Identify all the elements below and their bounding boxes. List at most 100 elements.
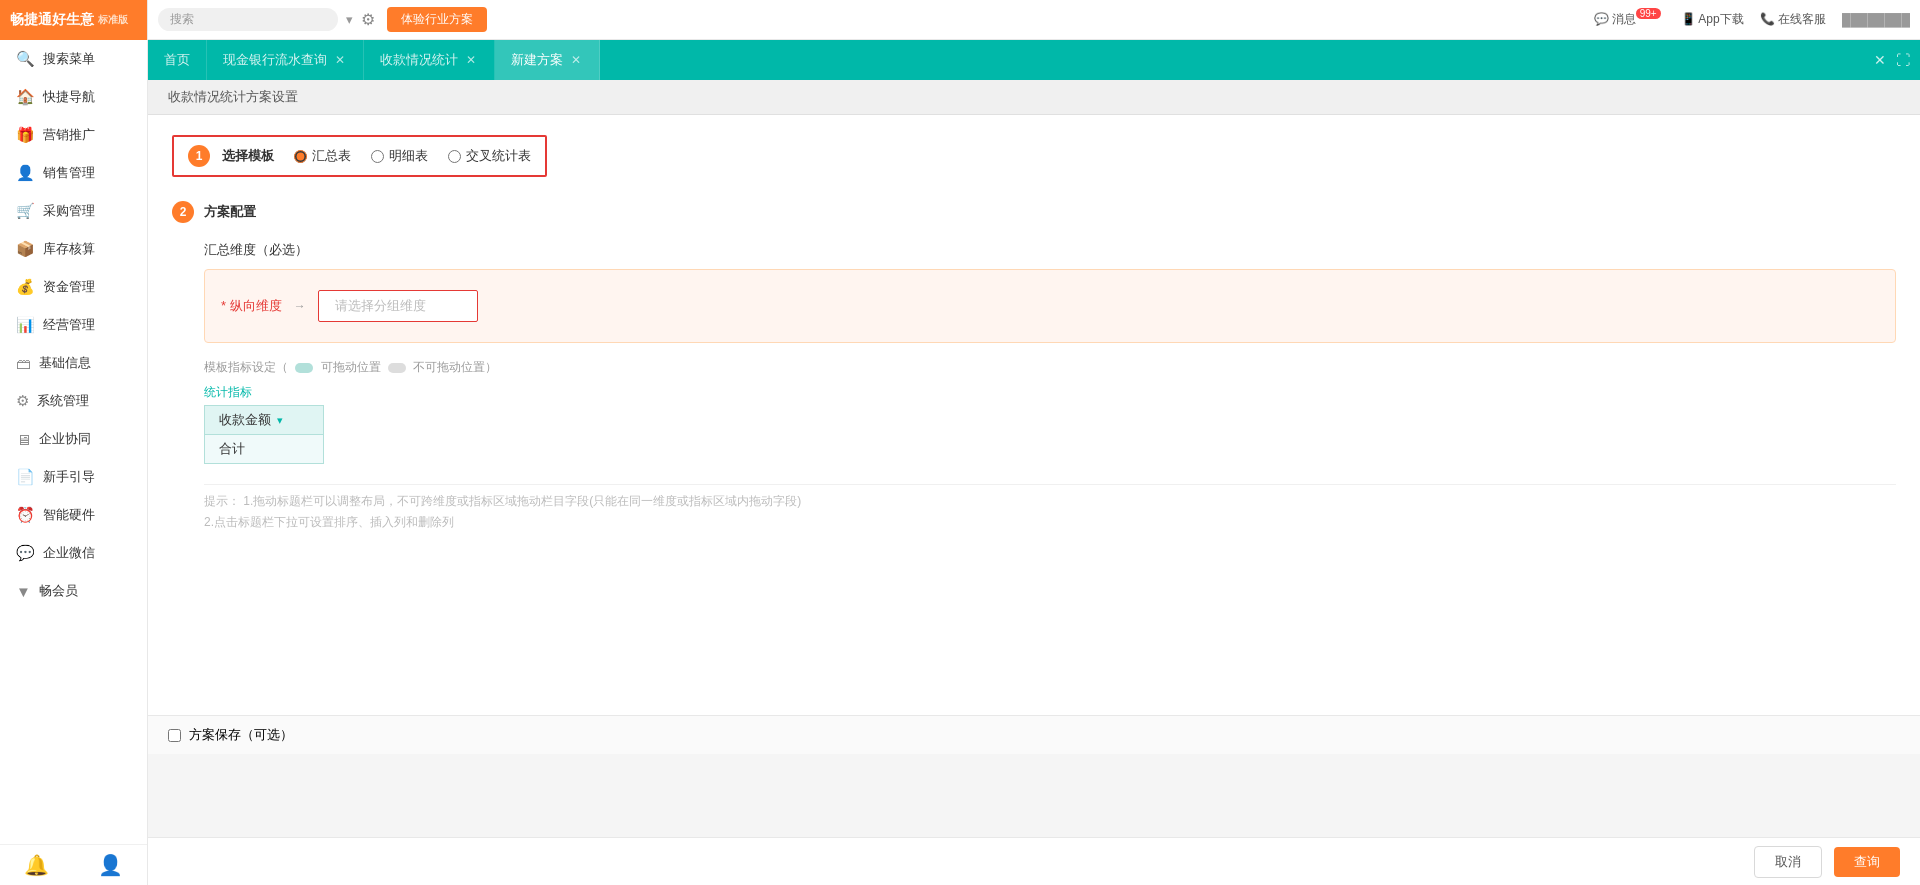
sidebar-item-purchase[interactable]: 🛒 采购管理: [0, 192, 147, 230]
logo-text: 畅捷通好生意: [10, 11, 94, 29]
sidebar-label-system: 系统管理: [37, 392, 89, 410]
guide-icon: 📄: [16, 468, 35, 486]
sidebar-logo: 畅捷通好生意 标准版: [0, 0, 147, 40]
step2-badge: 2: [172, 201, 194, 223]
topbar-right: 💬 消息 99+ 📱 App下载 📞 在线客服 ████████: [1594, 11, 1910, 28]
cancel-button[interactable]: 取消: [1754, 846, 1822, 878]
sidebar-item-corp[interactable]: 🖥 企业协同: [0, 420, 147, 458]
sidebar-item-wechat[interactable]: 💬 企业微信: [0, 534, 147, 572]
logo-sub: 标准版: [98, 13, 128, 27]
sidebar-item-operation[interactable]: 📊 经营管理: [0, 306, 147, 344]
sidebar-bottom: 🔔 👤: [0, 844, 147, 885]
tab-new-plan[interactable]: 新建方案 ✕: [495, 40, 600, 80]
tab-home-label: 首页: [164, 51, 190, 69]
radio-detail-input[interactable]: [371, 150, 384, 163]
sidebar-item-system[interactable]: ⚙ 系统管理: [0, 382, 147, 420]
topbar: 搜索 ▾ ⚙ 体验行业方案 💬 消息 99+ 📱 App下载 📞 在线客服 ██…: [148, 0, 1920, 40]
tip-line2: 2.点击标题栏下拉可设置排序、插入列和删除列: [204, 514, 1896, 531]
chat-icon: 💬: [16, 544, 35, 562]
form-section: 1 选择模板 汇总表 明细表 交叉统计表: [148, 115, 1920, 715]
money-icon: 💰: [16, 278, 35, 296]
sidebar-item-basic[interactable]: 🗃 基础信息: [0, 344, 147, 382]
dimension-section-title: 汇总维度（必选）: [204, 241, 1896, 259]
tabbar: 首页 现金银行流水查询 ✕ 收款情况统计 ✕ 新建方案 ✕ ✕ ⛶: [148, 40, 1920, 80]
sidebar-item-search[interactable]: 🔍 搜索菜单: [0, 40, 147, 78]
service-area[interactable]: 📞 在线客服: [1760, 11, 1826, 28]
sidebar-label-quick-nav: 快捷导航: [43, 88, 95, 106]
chart-icon: 📊: [16, 316, 35, 334]
sidebar-label-purchase: 采购管理: [43, 202, 95, 220]
sidebar-item-member[interactable]: ▼ 畅会员: [0, 572, 147, 610]
metrics-tag-payment[interactable]: 收款金额 ▾: [204, 405, 324, 435]
notification-label: 消息: [1612, 12, 1636, 26]
dimension-row: * 纵向维度 → 请选择分组维度: [221, 290, 1879, 322]
sidebar-label-member: 畅会员: [39, 582, 78, 600]
metrics-category-label: 统计指标: [204, 384, 1896, 401]
radio-detail-label: 明细表: [389, 147, 428, 165]
sidebar-item-inventory[interactable]: 📦 库存核算: [0, 230, 147, 268]
vertical-dim-label: * 纵向维度: [221, 297, 282, 315]
sidebar-label-finance: 资金管理: [43, 278, 95, 296]
metrics-subtag-total: 合计: [204, 435, 324, 464]
step1-badge: 1: [188, 145, 210, 167]
dimension-area: * 纵向维度 → 请选择分组维度: [204, 269, 1896, 343]
template-selector: 1 选择模板 汇总表 明细表 交叉统计表: [172, 135, 547, 177]
gear-icon[interactable]: ⚙: [361, 10, 375, 29]
tab-cashflow-label: 现金银行流水查询: [223, 51, 327, 69]
search-placeholder: 搜索: [170, 12, 194, 26]
radio-cross-input[interactable]: [448, 150, 461, 163]
step2-title: 方案配置: [204, 203, 256, 221]
tab-payment-close-icon[interactable]: ✕: [464, 51, 478, 69]
notification-area[interactable]: 💬 消息 99+: [1594, 11, 1665, 28]
desktop-icon: 🖥: [16, 431, 31, 448]
tab-payment[interactable]: 收款情况统计 ✕: [364, 40, 495, 80]
maximize-icon[interactable]: ⛶: [1896, 52, 1910, 68]
settings-icon: ⚙: [16, 392, 29, 410]
arrow-icon: →: [294, 299, 306, 313]
chevron-down-icon[interactable]: ▾: [277, 414, 283, 427]
sidebar-item-quick-nav[interactable]: 🏠 快捷导航: [0, 78, 147, 116]
sidebar-bottom-icon1[interactable]: 🔔: [24, 853, 49, 877]
tab-cashflow[interactable]: 现金银行流水查询 ✕: [207, 40, 364, 80]
dimension-selector[interactable]: 请选择分组维度: [318, 290, 478, 322]
sidebar-item-guide[interactable]: 📄 新手引导: [0, 458, 147, 496]
tab-new-plan-label: 新建方案: [511, 51, 563, 69]
page-header: 收款情况统计方案设置: [148, 80, 1920, 115]
sidebar-label-operation: 经营管理: [43, 316, 95, 334]
draggable-indicator: [295, 363, 313, 373]
sidebar-bottom-icon2[interactable]: 👤: [98, 853, 123, 877]
sidebar-label-guide: 新手引导: [43, 468, 95, 486]
config-section: 汇总维度（必选） * 纵向维度 → 请选择分组维度 模: [172, 241, 1896, 535]
save-checkbox[interactable]: [168, 729, 181, 742]
metrics-label: 模板指标设定（ 可拖动位置 不可拖动位置）: [204, 359, 1896, 376]
content-area: 收款情况统计方案设置 1 选择模板 汇总表 明细表: [148, 80, 1920, 837]
sidebar-item-finance[interactable]: 💰 资金管理: [0, 268, 147, 306]
tab-new-plan-close-icon[interactable]: ✕: [569, 51, 583, 69]
sidebar-item-marketing[interactable]: 🎁 营销推广: [0, 116, 147, 154]
save-row: 方案保存（可选）: [148, 715, 1920, 754]
sidebar-item-hardware[interactable]: ⏰ 智能硬件: [0, 496, 147, 534]
close-window-icon[interactable]: ✕: [1874, 52, 1886, 68]
footer-bar: 取消 查询: [148, 837, 1920, 885]
sidebar-label-wechat: 企业微信: [43, 544, 95, 562]
radio-summary[interactable]: 汇总表: [294, 147, 351, 165]
radio-cross[interactable]: 交叉统计表: [448, 147, 531, 165]
metrics-section: 模板指标设定（ 可拖动位置 不可拖动位置） 统计指标: [204, 359, 1896, 464]
user-area[interactable]: ████████: [1842, 13, 1910, 27]
radio-summary-input[interactable]: [294, 150, 307, 163]
radio-detail[interactable]: 明细表: [371, 147, 428, 165]
sidebar-item-sales[interactable]: 👤 销售管理: [0, 154, 147, 192]
tips-section: 提示： 1.拖动标题栏可以调整布局，不可跨维度或指标区域拖动栏目字段(只能在同一…: [204, 484, 1896, 531]
search-bar[interactable]: 搜索: [158, 8, 338, 31]
tab-home[interactable]: 首页: [148, 40, 207, 80]
radio-cross-label: 交叉统计表: [466, 147, 531, 165]
metrics-tags: 收款金额 ▾ 合计: [204, 405, 1896, 464]
download-label: App下载: [1698, 12, 1743, 26]
query-button[interactable]: 查询: [1834, 847, 1900, 877]
download-area[interactable]: 📱 App下载: [1681, 11, 1744, 28]
trial-button[interactable]: 体验行业方案: [387, 7, 487, 32]
tab-cashflow-close-icon[interactable]: ✕: [333, 51, 347, 69]
service-label: 在线客服: [1778, 12, 1826, 26]
member-icon: ▼: [16, 583, 31, 600]
dropdown-arrow-icon[interactable]: ▾: [346, 12, 353, 27]
